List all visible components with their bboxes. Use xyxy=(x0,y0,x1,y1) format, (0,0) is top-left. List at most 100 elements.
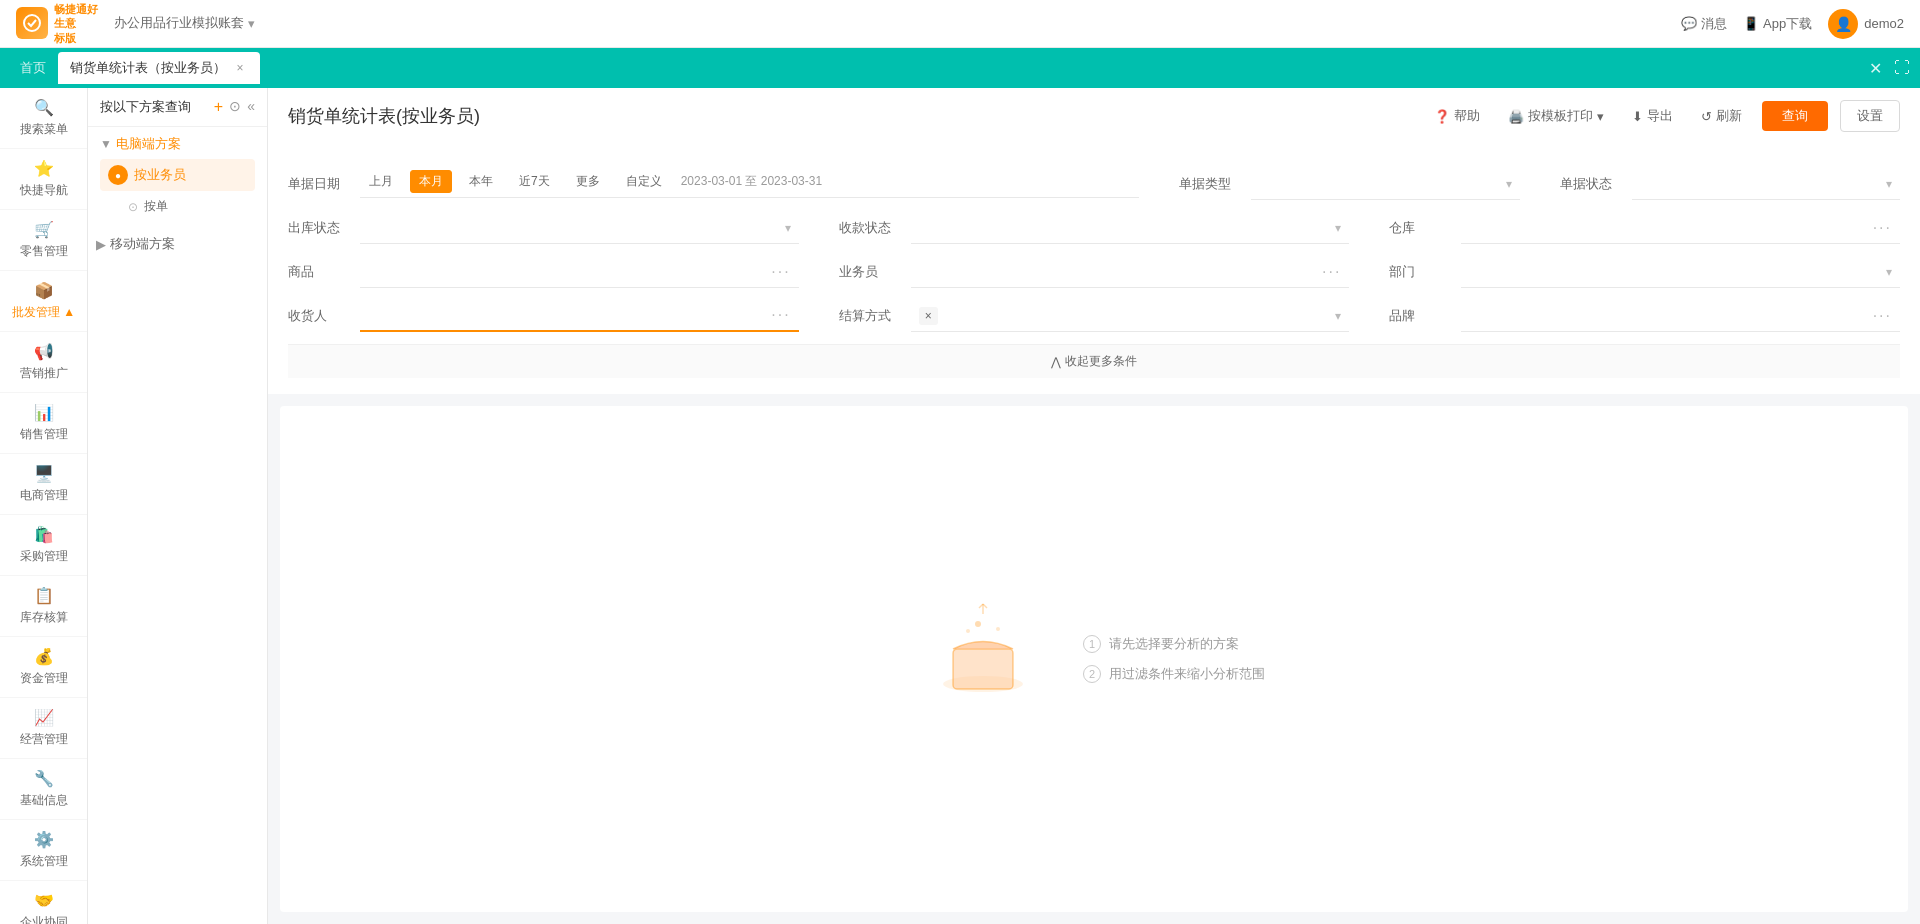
query-button[interactable]: 查询 xyxy=(1762,101,1828,131)
date-btn-last-month[interactable]: 上月 xyxy=(360,170,402,193)
sidebar-item-enterprise[interactable]: 🤝 企业协同 xyxy=(0,881,87,924)
desktop-scheme-label: 电脑端方案 xyxy=(116,135,181,153)
date-btn-this-year[interactable]: 本年 xyxy=(460,170,502,193)
brand-input[interactable]: ··· xyxy=(1461,300,1900,332)
filter-department-field: 部门 ▾ xyxy=(1389,256,1900,288)
payment-status-arrow: ▾ xyxy=(1335,221,1341,235)
scheme-panel-header: 按以下方案查询 + ⊙ « xyxy=(88,88,267,127)
date-btn-custom[interactable]: 自定义 xyxy=(617,170,671,193)
tab-home-label: 首页 xyxy=(20,59,46,77)
user-area[interactable]: 👤 demo2 xyxy=(1828,9,1904,39)
sidebar-item-operation[interactable]: 📈 经营管理 xyxy=(0,698,87,759)
filter-brand-field: 品牌 ··· xyxy=(1389,300,1900,332)
app-download-button[interactable]: 📱 App下载 xyxy=(1743,15,1812,33)
message-button[interactable]: 💬 消息 xyxy=(1681,15,1727,33)
doc-status-select[interactable]: ▾ xyxy=(1632,168,1900,200)
sidebar-search[interactable]: 🔍 搜索菜单 xyxy=(0,88,87,149)
date-btn-last-7-days[interactable]: 近7天 xyxy=(510,170,559,193)
filter-doc-type-field: 单据类型 ▾ xyxy=(1179,168,1519,200)
scheme-add-icon[interactable]: + xyxy=(214,98,223,116)
tab-maximize-icon[interactable]: ⛶ xyxy=(1892,57,1912,80)
export-button[interactable]: ⬇ 导出 xyxy=(1624,103,1681,129)
sidebar-item-sales[interactable]: 📊 销售管理 xyxy=(0,393,87,454)
search-icon: 🔍 xyxy=(34,98,54,117)
salesperson-dots[interactable]: ··· xyxy=(1322,263,1341,281)
department-select[interactable]: ▾ xyxy=(1461,256,1900,288)
export-icon: ⬇ xyxy=(1632,109,1643,124)
warehouse-input[interactable]: ··· xyxy=(1461,212,1900,244)
receiver-input[interactable]: ··· xyxy=(360,300,799,332)
date-btn-this-month[interactable]: 本月 xyxy=(410,170,452,193)
content-header-wrapper: 销货单统计表(按业务员) ❓ 帮助 🖨️ 按模板打印 ▾ ⬇ 导出 xyxy=(268,88,1920,394)
goods-input[interactable]: ··· xyxy=(360,256,799,288)
payment-status-label: 收款状态 xyxy=(839,219,911,237)
date-btn-more[interactable]: 更多 xyxy=(567,170,609,193)
sidebar-item-inventory[interactable]: 📋 库存核算 xyxy=(0,576,87,637)
sidebar-item-ecommerce[interactable]: 🖥️ 电商管理 xyxy=(0,454,87,515)
collapse-button[interactable]: ⋀ 收起更多条件 xyxy=(1051,353,1137,370)
scheme-panel: 按以下方案查询 + ⊙ « ▼ 电脑端方案 ● 按业务员 ⊙ 按单 ▶ 移动端方 xyxy=(88,88,268,924)
salesperson-scheme-icon: ● xyxy=(108,165,128,185)
brand-dots[interactable]: ··· xyxy=(1873,307,1892,325)
goods-dots[interactable]: ··· xyxy=(771,263,790,281)
download-icon: 📱 xyxy=(1743,16,1759,31)
doc-type-select[interactable]: ▾ xyxy=(1251,168,1519,200)
top-bar: 畅捷通好生意 标版 办公用品行业模拟账套 ▾ 💬 消息 📱 App下载 👤 de… xyxy=(0,0,1920,48)
tab-sales-stat-label: 销货单统计表（按业务员） xyxy=(70,59,226,77)
payment-status-select[interactable]: ▾ xyxy=(911,212,1350,244)
date-controls: 上月 本月 本年 近7天 更多 自定义 2023-03-01 至 2023-03… xyxy=(360,170,1139,198)
settings-button[interactable]: 设置 xyxy=(1840,100,1900,132)
template-print-button[interactable]: 🖨️ 按模板打印 ▾ xyxy=(1500,103,1612,129)
scheme-collapse-icon[interactable]: « xyxy=(247,98,255,116)
collapse-row: ⋀ 收起更多条件 xyxy=(288,344,1900,378)
mobile-expand-icon: ▶ xyxy=(96,237,106,252)
basic-icon: 🔧 xyxy=(34,769,54,788)
tab-home[interactable]: 首页 xyxy=(8,52,58,84)
filter-salesperson-field: 业务员 ··· xyxy=(839,256,1350,288)
receiver-dots[interactable]: ··· xyxy=(771,306,790,324)
salesperson-input[interactable]: ··· xyxy=(911,256,1350,288)
settlement-tag: × xyxy=(919,307,938,325)
sidebar-quick-nav[interactable]: ⭐ 快捷导航 xyxy=(0,149,87,210)
scheme-settings-icon[interactable]: ⊙ xyxy=(229,98,241,116)
filter-out-status-field: 出库状态 ▾ xyxy=(288,212,799,244)
sidebar-item-system[interactable]: ⚙️ 系统管理 xyxy=(0,820,87,881)
warehouse-dots[interactable]: ··· xyxy=(1873,219,1892,237)
help-icon: ❓ xyxy=(1434,109,1450,124)
filter-row-2: 出库状态 ▾ 收款状态 ▾ xyxy=(288,212,1900,244)
filter-row-3: 商品 ··· 业务员 ··· xyxy=(288,256,1900,288)
breadcrumb-dropdown-icon[interactable]: ▾ xyxy=(248,16,255,31)
desktop-expand-icon: ▼ xyxy=(100,137,112,151)
tab-close-window-icon[interactable]: ✕ xyxy=(1867,57,1884,80)
salesperson-label: 业务员 xyxy=(839,263,911,281)
empty-illustration xyxy=(923,599,1043,719)
settlement-select[interactable]: × ▾ xyxy=(911,300,1350,332)
desktop-scheme-header[interactable]: ▼ 电脑端方案 xyxy=(100,135,255,153)
sidebar-item-basic[interactable]: 🔧 基础信息 xyxy=(0,759,87,820)
tab-bar-actions: ✕ ⛶ xyxy=(1867,57,1912,80)
mobile-scheme-label: 移动端方案 xyxy=(110,235,175,253)
sidebar-item-retail[interactable]: 🛒 零售管理 xyxy=(0,210,87,271)
scheme-item-by-salesperson[interactable]: ● 按业务员 xyxy=(100,159,255,191)
doc-type-label: 单据类型 xyxy=(1179,175,1251,193)
filter-date-field: 单据日期 上月 本月 本年 近7天 更多 自定义 2023-03-01 至 20… xyxy=(288,170,1139,198)
help-button[interactable]: ❓ 帮助 xyxy=(1426,103,1488,129)
tab-sales-stat[interactable]: 销货单统计表（按业务员） × xyxy=(58,52,260,84)
sidebar-item-purchase[interactable]: 🛍️ 采购管理 xyxy=(0,515,87,576)
date-range-text: 2023-03-01 至 2023-03-31 xyxy=(681,173,822,190)
tip-num-2: 2 xyxy=(1083,665,1101,683)
receiver-label: 收货人 xyxy=(288,307,360,325)
filter-payment-status-field: 收款状态 ▾ xyxy=(839,212,1350,244)
date-filter-row: 上月 本月 本年 近7天 更多 自定义 xyxy=(360,170,671,193)
filter-goods-field: 商品 ··· xyxy=(288,256,799,288)
scheme-sub-by-order[interactable]: ⊙ 按单 xyxy=(100,193,255,220)
brand-label: 品牌 xyxy=(1389,307,1461,325)
refresh-button[interactable]: ↺ 刷新 xyxy=(1693,103,1750,129)
sidebar-item-marketing[interactable]: 📢 营销推广 xyxy=(0,332,87,393)
tab-close-icon[interactable]: × xyxy=(232,60,248,76)
sidebar-item-wholesale[interactable]: 📦 批发管理 ▲ xyxy=(0,271,87,332)
sidebar-item-finance[interactable]: 💰 资金管理 xyxy=(0,637,87,698)
mobile-scheme-header[interactable]: ▶ 移动端方案 xyxy=(88,230,267,258)
title-row: 销货单统计表(按业务员) ❓ 帮助 🖨️ 按模板打印 ▾ ⬇ 导出 xyxy=(268,88,1920,140)
out-status-select[interactable]: ▾ xyxy=(360,212,799,244)
